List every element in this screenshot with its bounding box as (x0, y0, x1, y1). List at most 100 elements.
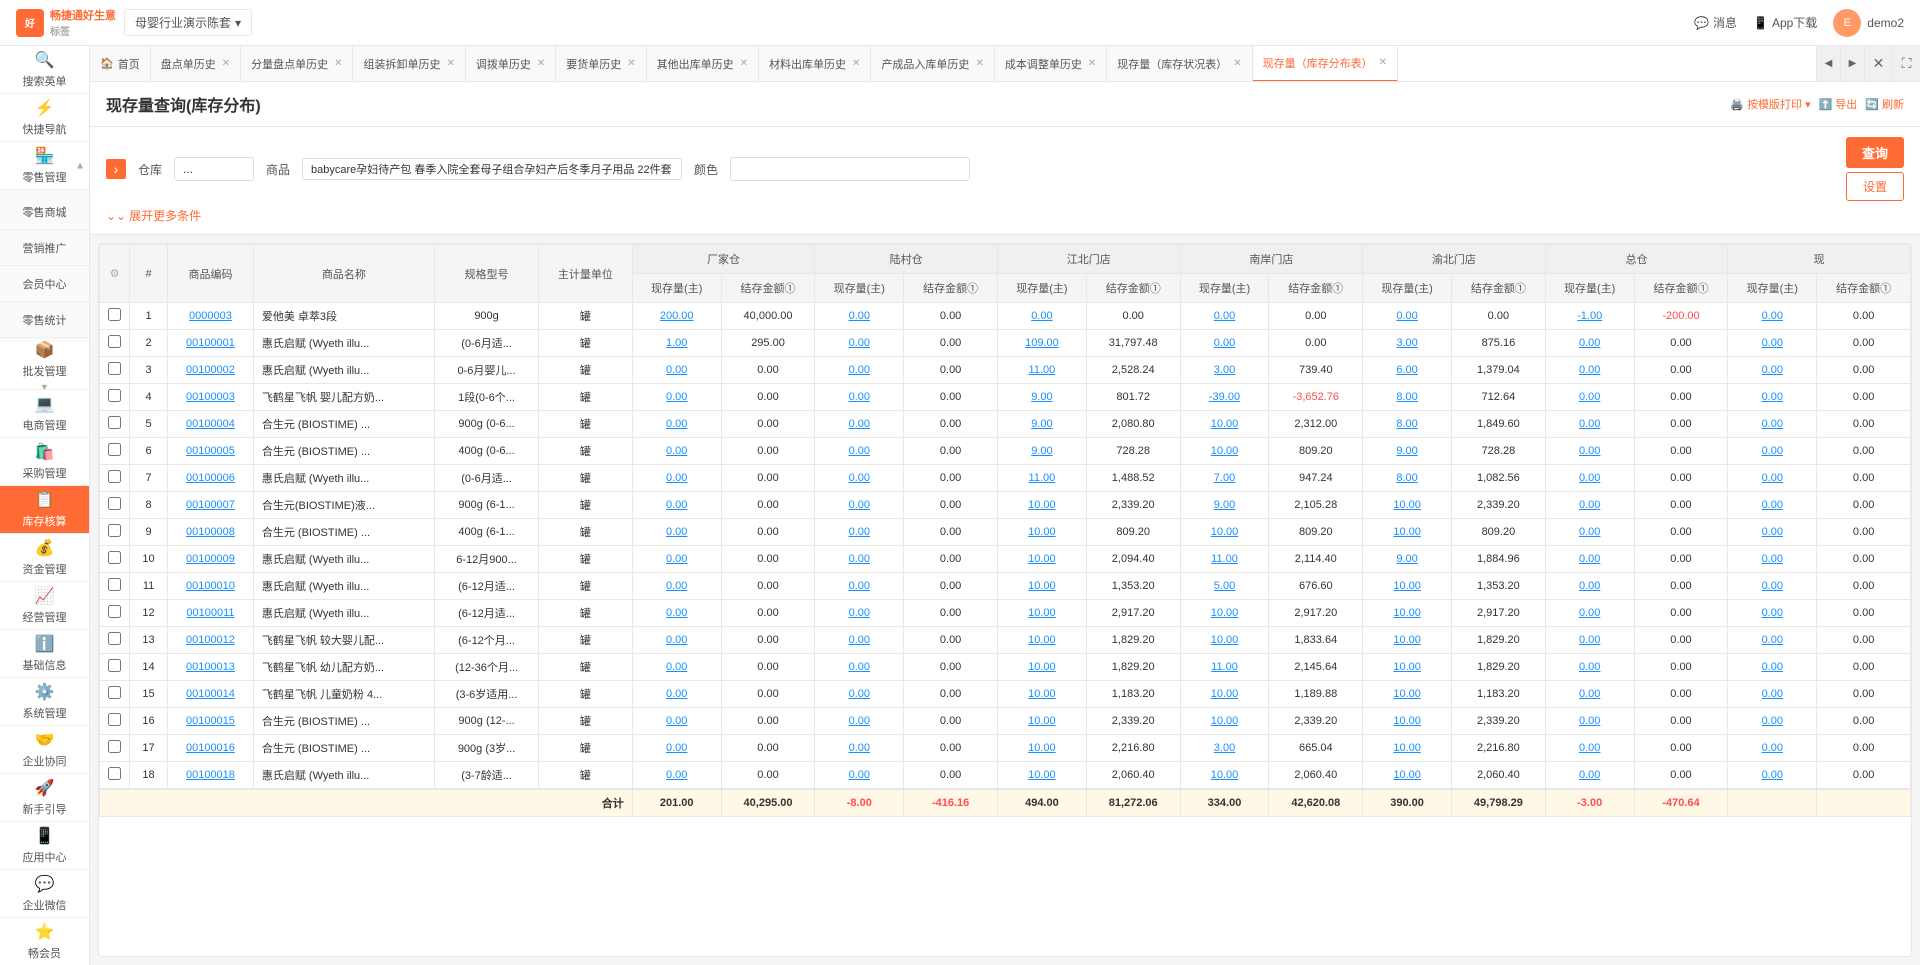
row-nanan-amt: 1,833.64 (1269, 627, 1363, 654)
row-changjia-qty: 0.00 (632, 627, 721, 654)
sidebar-item-basic-info[interactable]: ℹ️ 基础信息 (0, 630, 89, 678)
row-xian-amt: 0.00 (1817, 600, 1911, 627)
sidebar-item-nav[interactable]: ⚡ 快捷导航 (0, 94, 89, 142)
warehouse-input[interactable] (174, 157, 254, 181)
row-code: 00100013 (168, 654, 254, 681)
row-checkbox[interactable] (100, 303, 130, 330)
row-checkbox[interactable] (100, 519, 130, 546)
query-btn[interactable]: 查询 (1846, 137, 1904, 168)
row-checkbox[interactable] (100, 681, 130, 708)
expand-conditions-btn[interactable]: ⌄⌄ 展开更多条件 (106, 207, 1904, 224)
row-checkbox[interactable] (100, 384, 130, 411)
close-tab-portion-count[interactable]: ✕ (334, 58, 342, 69)
row-checkbox[interactable] (100, 573, 130, 600)
tab-transfer-history[interactable]: 调拨单历史 ✕ (466, 46, 556, 82)
nav-next-btn[interactable]: ▶ (1840, 46, 1864, 82)
close-tab-inv-status[interactable]: ✕ (1233, 58, 1241, 69)
row-checkbox[interactable] (100, 708, 130, 735)
table-container[interactable]: ⚙ # 商品编码 商品名称 规格型号 主计量单位 厂家仓 陆村仓 江北门店 南岸… (98, 243, 1912, 957)
sidebar-item-guide[interactable]: 🚀 新手引导 (0, 774, 89, 822)
sidebar-item-apps[interactable]: 📱 应用中心 (0, 822, 89, 870)
tab-home[interactable]: 🏠 首页 (90, 46, 151, 82)
user-area[interactable]: E demo2 (1833, 9, 1904, 37)
sidebar-item-wholesale[interactable]: 📦 批发管理 ▼ (0, 342, 89, 390)
row-checkbox[interactable] (100, 438, 130, 465)
settings-btn[interactable]: 设置 (1846, 172, 1904, 201)
tab-inventory-status[interactable]: 现存量（库存状况表） ✕ (1107, 46, 1252, 82)
row-checkbox[interactable] (100, 600, 130, 627)
close-tab-material-out[interactable]: ✕ (852, 58, 860, 69)
nav-close-all-btn[interactable]: ✕ (1864, 46, 1892, 82)
row-checkbox[interactable] (100, 465, 130, 492)
sidebar-item-shop[interactable]: 零售商城 (0, 194, 89, 230)
row-checkbox[interactable] (100, 627, 130, 654)
row-yubei-qty: 10.00 (1363, 519, 1452, 546)
tab-portion-count-history[interactable]: 分量盘点单历史 ✕ (241, 46, 353, 82)
sidebar-item-purchase[interactable]: 🛍️ 采购管理 (0, 438, 89, 486)
summary-xian-amt (1817, 789, 1911, 817)
dropdown-icon: ▾ (235, 16, 241, 30)
row-checkbox[interactable] (100, 330, 130, 357)
sidebar-item-vip[interactable]: ⭐ 畅会员 (0, 918, 89, 965)
messages-btn[interactable]: 💬 消息 (1694, 14, 1737, 31)
company-selector[interactable]: 母婴行业演示陈套 ▾ (124, 9, 252, 36)
table-row: 11 00100010 惠氏启赋 (Wyeth illu... (6-12月适.… (100, 573, 1911, 600)
sidebar-item-member[interactable]: 会员中心 (0, 266, 89, 302)
close-tab-requisition[interactable]: ✕ (627, 58, 635, 69)
row-checkbox[interactable] (100, 411, 130, 438)
tab-inventory-count-history[interactable]: 盘点单历史 ✕ (151, 46, 241, 82)
row-xian-amt: 0.00 (1817, 492, 1911, 519)
table-settings-icon[interactable]: ⚙ (110, 268, 120, 280)
tab-finished-inbound[interactable]: 产成品入库单历史 ✕ (871, 46, 994, 82)
product-input[interactable] (302, 158, 682, 180)
sidebar-item-retail-stats[interactable]: 零售统计 (0, 302, 89, 338)
close-tab-inventory-count[interactable]: ✕ (222, 58, 230, 69)
print-btn[interactable]: 🖨️ 按模版打印 ▾ (1730, 96, 1810, 112)
sidebar-item-search[interactable]: 🔍 搜索英单 (0, 46, 89, 94)
close-tab-inv-dist[interactable]: ✕ (1379, 57, 1387, 68)
nav-maximize-btn[interactable]: ⛶ (1892, 46, 1920, 82)
sidebar-item-retail-mgmt[interactable]: 🏪 零售管理 ▲ (0, 142, 89, 190)
row-checkbox[interactable] (100, 762, 130, 790)
row-checkbox[interactable] (100, 492, 130, 519)
row-yubei-qty: 10.00 (1363, 627, 1452, 654)
refresh-btn[interactable]: 🔄 刷新 (1865, 96, 1904, 112)
app-download-btn[interactable]: 📱 App下载 (1753, 14, 1817, 31)
summary-jiangbei-qty: 494.00 (997, 789, 1086, 817)
row-checkbox[interactable] (100, 735, 130, 762)
tab-material-outbound[interactable]: 材料出库单历史 ✕ (759, 46, 871, 82)
tab-other-outbound[interactable]: 其他出库单历史 ✕ (647, 46, 759, 82)
row-changjia-amt: 0.00 (721, 762, 815, 790)
tab-cost-adjust[interactable]: 成本调整单历史 ✕ (995, 46, 1107, 82)
sidebar-item-system[interactable]: ⚙️ 系统管理 (0, 678, 89, 726)
nav-prev-btn[interactable]: ◀ (1816, 46, 1840, 82)
table-row: 10 00100009 惠氏启赋 (Wyeth illu... 6-12月900… (100, 546, 1911, 573)
sidebar-item-operations[interactable]: 📈 经营管理 (0, 582, 89, 630)
row-zong-amt: 0.00 (1634, 546, 1728, 573)
sidebar-item-wechat[interactable]: 💬 企业微信 (0, 870, 89, 918)
close-tab-transfer[interactable]: ✕ (537, 58, 545, 69)
sidebar-item-ecommerce[interactable]: 💻 电商管理 (0, 390, 89, 438)
row-checkbox[interactable] (100, 546, 130, 573)
tab-inventory-distribution[interactable]: 现存量（库存分布表） ✕ (1253, 46, 1398, 82)
expand-toggle-btn[interactable]: › (106, 159, 126, 179)
col-settings[interactable]: ⚙ (100, 245, 130, 303)
close-tab-finished-in[interactable]: ✕ (975, 58, 983, 69)
tab-assembly-history[interactable]: 组装拆卸单历史 ✕ (353, 46, 465, 82)
close-tab-assembly[interactable]: ✕ (446, 58, 454, 69)
tab-requisition-history[interactable]: 要货单历史 ✕ (556, 46, 646, 82)
row-checkbox[interactable] (100, 654, 130, 681)
sidebar-item-collab[interactable]: 🤝 企业协同 (0, 726, 89, 774)
color-input[interactable] (730, 157, 970, 181)
sidebar-item-inventory[interactable]: 📋 库存核算 (0, 486, 89, 534)
sidebar-item-finance[interactable]: 💰 资金管理 (0, 534, 89, 582)
export-btn[interactable]: ⬆️ 导出 (1819, 96, 1858, 112)
row-changjia-amt: 0.00 (721, 492, 815, 519)
row-checkbox[interactable] (100, 357, 130, 384)
close-tab-other-out[interactable]: ✕ (740, 58, 748, 69)
close-tab-cost-adjust[interactable]: ✕ (1088, 58, 1096, 69)
row-nanan-amt: 0.00 (1269, 330, 1363, 357)
sidebar-item-marketing[interactable]: 营销推广 (0, 230, 89, 266)
row-lucun-qty: 0.00 (815, 735, 904, 762)
row-jiangbei-amt: 2,339.20 (1086, 492, 1180, 519)
